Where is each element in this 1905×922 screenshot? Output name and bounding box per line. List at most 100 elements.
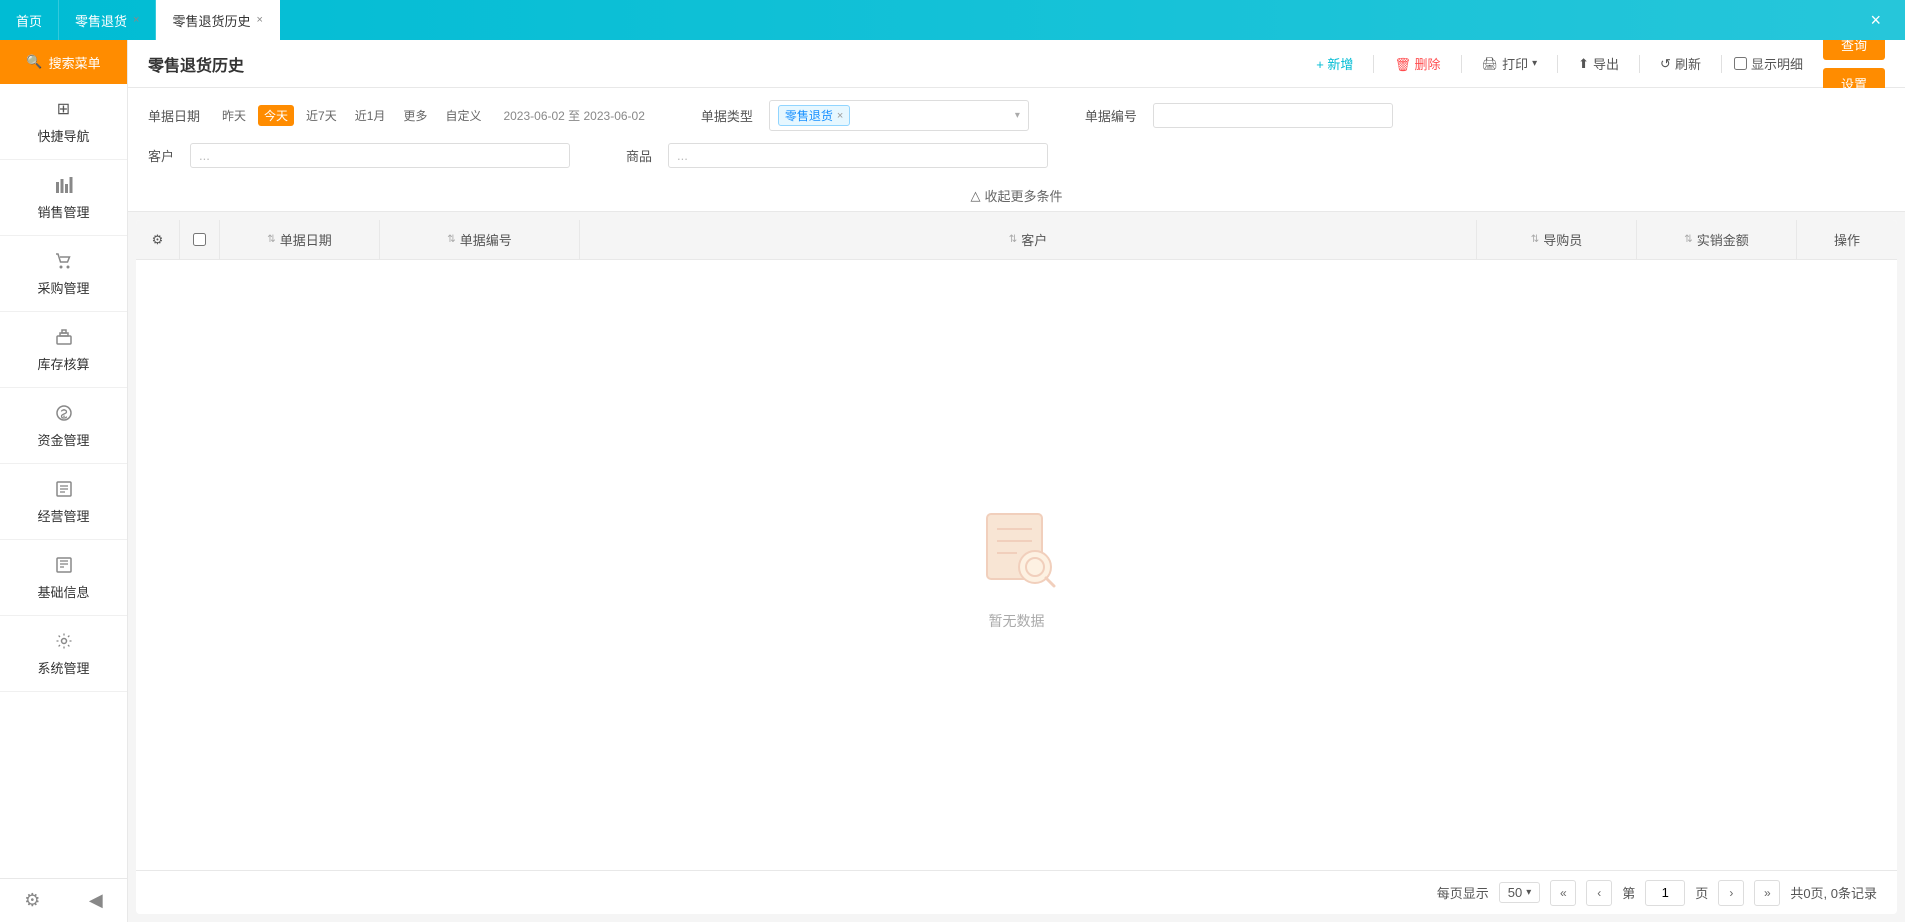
- date-filter-label: 单据日期: [148, 106, 200, 125]
- date-btn-custom[interactable]: 自定义: [439, 105, 487, 126]
- delete-button[interactable]: 🗑 删除: [1386, 50, 1448, 77]
- tab-retail-return-history[interactable]: 零售退货历史 ×: [156, 0, 279, 40]
- tab-list: 首页 零售退货 × 零售退货历史 ×: [0, 0, 1862, 40]
- print-button[interactable]: 🖨 打印 ▾: [1474, 50, 1546, 77]
- th-customer-label: 客户: [1021, 230, 1047, 249]
- sidebar-settings-button[interactable]: ⚙: [14, 890, 50, 911]
- purchase-mgmt-icon: [53, 250, 75, 272]
- top-bar: 首页 零售退货 × 零售退货历史 × ×: [0, 0, 1905, 40]
- tab-home[interactable]: 首页: [0, 0, 59, 40]
- sidebar: 🔍 搜索菜单 ⊞ 快捷导航 销售管理 采购管理: [0, 40, 128, 922]
- print-dropdown-icon: ▾: [1532, 58, 1537, 69]
- date-btn-1month[interactable]: 近1月: [349, 105, 392, 126]
- quick-nav-icon: ⊞: [53, 98, 75, 120]
- th-action-label: 操作: [1834, 230, 1860, 249]
- sidebar-item-purchase-mgmt[interactable]: 采购管理: [0, 236, 127, 312]
- th-settings[interactable]: ⚙: [136, 220, 180, 259]
- date-shortcuts: 昨天 今天 近7天 近1月 更多 自定义: [216, 105, 487, 126]
- more-conditions-toggle[interactable]: △ 收起更多条件: [148, 180, 1885, 211]
- sidebar-bottom: ⚙ ◀: [0, 878, 127, 922]
- th-bill-no[interactable]: ⇅ 单据编号: [380, 220, 580, 259]
- th-action: 操作: [1797, 220, 1897, 259]
- th-customer[interactable]: ⇅ 客户: [580, 220, 1477, 259]
- top-bar-right: ×: [1862, 10, 1905, 31]
- sidebar-item-quick-nav[interactable]: ⊞ 快捷导航: [0, 84, 127, 160]
- sidebar-item-sales-mgmt[interactable]: 销售管理: [0, 160, 127, 236]
- date-range-display: 2023-06-02 至 2023-06-02: [503, 107, 644, 124]
- print-icon: 🖨: [1482, 56, 1499, 72]
- page-last-button[interactable]: »: [1754, 880, 1780, 906]
- search-menu-button[interactable]: 🔍 搜索菜单: [0, 40, 127, 84]
- th-bill-no-label: 单据编号: [460, 230, 512, 249]
- page-title: 零售退货历史: [148, 52, 244, 76]
- sys-mgmt-icon: [53, 630, 75, 652]
- customer-filter-label: 客户: [148, 146, 174, 165]
- sep1: [1373, 55, 1374, 73]
- page-prev-button[interactable]: ‹: [1586, 880, 1612, 906]
- bill-type-tag-value: 零售退货: [785, 107, 833, 124]
- sidebar-item-base-info[interactable]: 基础信息: [0, 540, 127, 616]
- table-area: ⚙ ⇅ 单据日期 ⇅ 单据编号 ⇅ 客户 ⇅: [136, 220, 1897, 914]
- customer-placeholder: ...: [199, 148, 210, 163]
- close-window-button[interactable]: ×: [1862, 10, 1889, 31]
- date-btn-7days[interactable]: 近7天: [300, 105, 343, 126]
- th-guide[interactable]: ⇅ 导购员: [1477, 220, 1637, 259]
- bill-no-input[interactable]: [1153, 103, 1393, 128]
- bill-type-tag: 零售退货 ×: [778, 105, 850, 126]
- sidebar-collapse-button[interactable]: ◀: [79, 890, 113, 911]
- sidebar-item-finance-label: 资金管理: [37, 430, 89, 449]
- new-button[interactable]: + 新增: [1308, 50, 1361, 77]
- goods-placeholder: ...: [677, 148, 688, 163]
- sidebar-item-base-info-label: 基础信息: [37, 582, 89, 601]
- show-detail-wrap: 显示明细: [1734, 54, 1803, 73]
- page-header: 零售退货历史 + 新增 🗑 删除 🖨 打印 ▾ ⬆ 导出 ↺: [128, 40, 1905, 88]
- page-first-button[interactable]: «: [1550, 880, 1576, 906]
- goods-select[interactable]: ...: [668, 143, 1048, 168]
- show-detail-checkbox[interactable]: [1734, 57, 1747, 70]
- bill-type-select[interactable]: 零售退货 × ▾: [769, 100, 1029, 131]
- empty-text: 暂无数据: [989, 611, 1045, 631]
- export-button[interactable]: ⬆ 导出: [1570, 50, 1627, 77]
- sidebar-item-inventory[interactable]: 库存核算: [0, 312, 127, 388]
- page-next-button[interactable]: ›: [1718, 880, 1744, 906]
- tab-home-label: 首页: [16, 11, 42, 30]
- bill-type-tag-close[interactable]: ×: [837, 110, 843, 122]
- sep3: [1557, 55, 1558, 73]
- sidebar-item-finance[interactable]: 资金管理: [0, 388, 127, 464]
- th-amount[interactable]: ⇅ 实销金额: [1637, 220, 1797, 259]
- sidebar-item-operations[interactable]: 经营管理: [0, 464, 127, 540]
- refresh-label: 刷新: [1675, 54, 1701, 73]
- query-button[interactable]: 查询: [1823, 40, 1885, 60]
- filter-row-2: 客户 ... 商品 ...: [148, 143, 1885, 168]
- sidebar-item-operations-label: 经营管理: [37, 506, 89, 525]
- tab-retail-return-history-close[interactable]: ×: [256, 14, 262, 26]
- th-checkbox[interactable]: [180, 220, 220, 259]
- collapse-label: 收起更多条件: [984, 186, 1062, 205]
- sidebar-item-inventory-label: 库存核算: [37, 354, 89, 373]
- th-date[interactable]: ⇅ 单据日期: [220, 220, 380, 259]
- customer-select[interactable]: ...: [190, 143, 570, 168]
- operations-icon: [53, 478, 75, 500]
- sep4: [1639, 55, 1640, 73]
- sidebar-item-sys-mgmt[interactable]: 系统管理: [0, 616, 127, 692]
- per-page-value: 50: [1508, 885, 1522, 900]
- date-btn-today[interactable]: 今天: [258, 105, 294, 126]
- th-guide-label: 导购员: [1543, 230, 1582, 249]
- tab-retail-return[interactable]: 零售退货 ×: [59, 0, 156, 40]
- sidebar-item-sales-mgmt-label: 销售管理: [37, 202, 89, 221]
- table-body: 暂无数据: [136, 260, 1897, 870]
- select-all-checkbox[interactable]: [193, 233, 206, 246]
- refresh-button[interactable]: ↺ 刷新: [1652, 50, 1709, 77]
- inventory-icon: [53, 326, 75, 348]
- goods-filter-label: 商品: [626, 146, 652, 165]
- collapse-icon: △: [970, 188, 980, 204]
- page-number-input[interactable]: [1645, 880, 1685, 906]
- per-page-select[interactable]: 50 ▾: [1499, 882, 1541, 903]
- tab-retail-return-close[interactable]: ×: [133, 14, 139, 26]
- filter-row-1: 单据日期 昨天 今天 近7天 近1月 更多 自定义 2023-06-02 至 2…: [148, 100, 1885, 131]
- date-btn-yesterday[interactable]: 昨天: [216, 105, 252, 126]
- per-page-dropdown-icon: ▾: [1526, 887, 1531, 898]
- page-label: 第: [1622, 883, 1635, 902]
- date-btn-more[interactable]: 更多: [397, 105, 433, 126]
- tab-retail-return-label: 零售退货: [75, 11, 127, 30]
